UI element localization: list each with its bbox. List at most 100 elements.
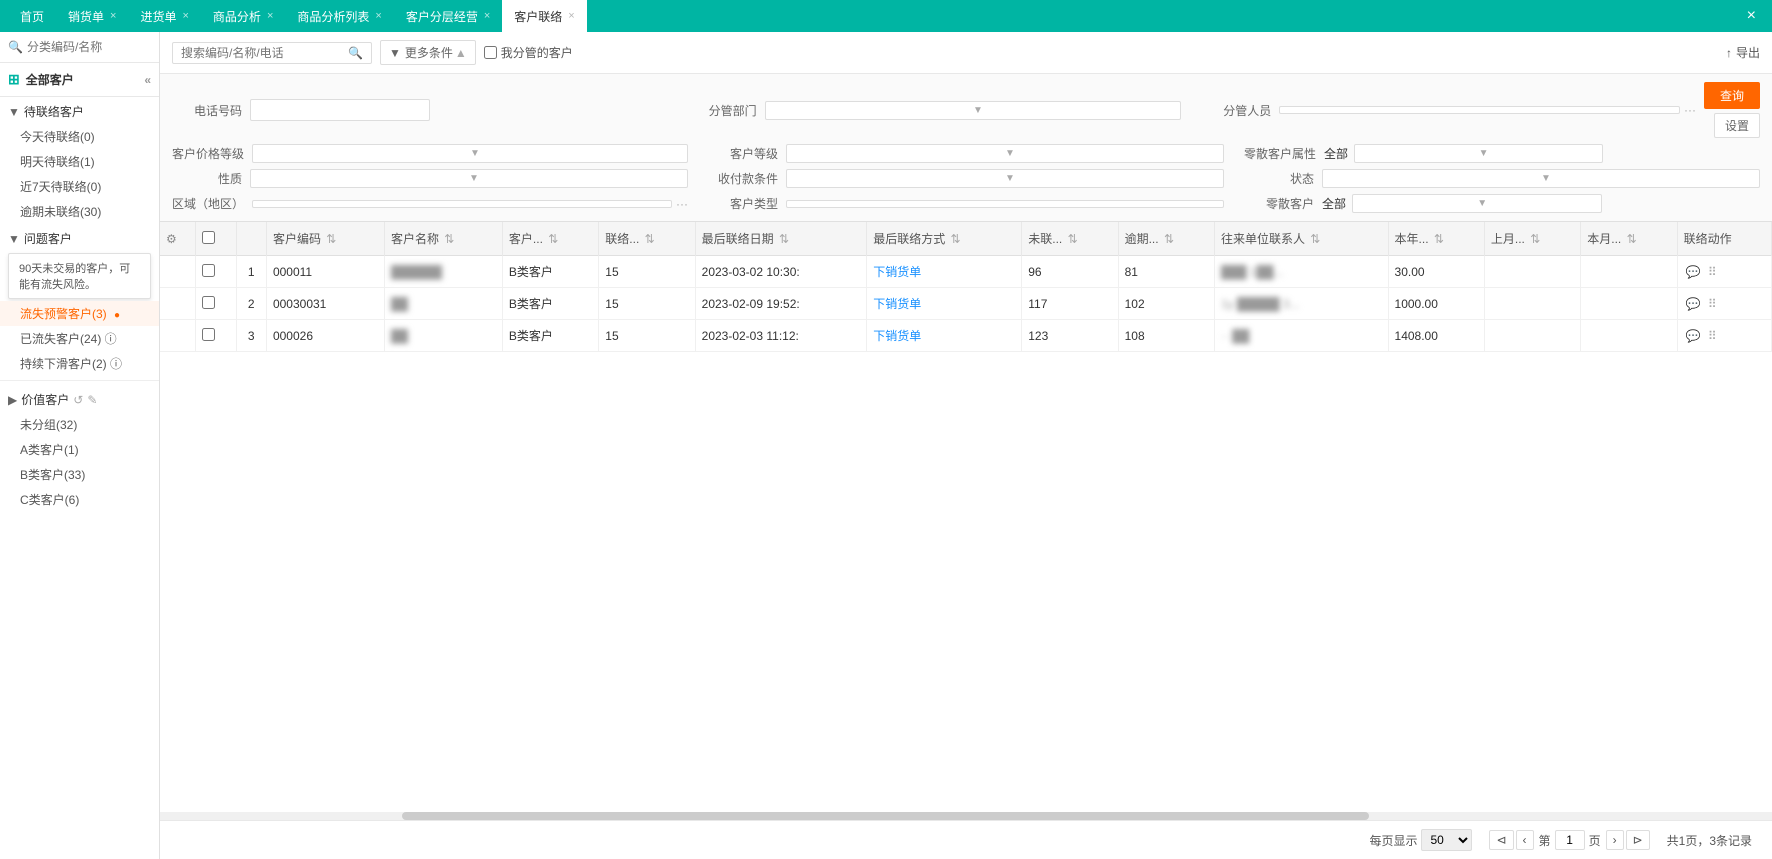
sidebar-item-overdue[interactable]: 逾期未联络(30) [0,199,159,224]
th-type[interactable]: 客户... ⇅ [502,222,598,256]
action-chat-icon[interactable]: 💬 [1686,297,1701,311]
tab-customer-segment[interactable]: 客户分层经营 × [394,0,502,32]
last-page-btn[interactable]: ⊳ [1626,830,1650,850]
row-last-contact-way[interactable]: 下销货单 [867,320,1022,352]
th-contact[interactable]: 联络... ⇅ [599,222,695,256]
region-select[interactable] [252,200,672,208]
action-chat-icon[interactable]: 💬 [1686,265,1701,279]
more-conditions-btn[interactable]: ▼ 更多条件 ▲ [380,40,476,65]
my-customer-checkbox[interactable] [484,46,497,59]
sidebar-item-c-class[interactable]: C类客户(6) [0,487,159,512]
th-settings[interactable]: ⚙ [160,222,196,256]
row-checkbox[interactable] [196,256,236,288]
horizontal-scrollbar[interactable] [160,812,1772,820]
price-level-select[interactable]: ▼ [252,144,688,163]
first-page-btn[interactable]: ⊲ [1489,830,1513,850]
select-all-checkbox[interactable] [202,231,215,244]
action-more-icon[interactable]: ⠿ [1708,329,1717,343]
sidebar-item-ungrouped[interactable]: 未分组(32) [0,412,159,437]
th-last-month[interactable]: 上月... ⇅ [1484,222,1580,256]
nature-select[interactable]: ▼ [250,169,688,188]
th-last-contact-date[interactable]: 最后联络日期 ⇅ [695,222,867,256]
tab-home[interactable]: 首页 [8,8,56,25]
action-more-icon[interactable]: ⠿ [1708,265,1717,279]
page-input[interactable] [1555,830,1585,850]
sidebar-item-7days[interactable]: 近7天待联络(0) [0,174,159,199]
manager-select[interactable] [1279,106,1680,114]
table-container: ⚙ 客户编码 ⇅ 客户名称 ⇅ 客户... ⇅ 联络... ⇅ 最后联络日期 ⇅… [160,222,1772,812]
filter-field-customer-level: 客户等级 ▼ [708,144,1224,163]
th-checkbox[interactable] [196,222,236,256]
settings-gear-icon[interactable]: ⚙ [166,232,177,246]
th-code[interactable]: 客户编码 ⇅ [266,222,384,256]
close-purchase-tab[interactable]: × [182,10,188,22]
retail-customer-select[interactable]: ▼ [1352,194,1602,213]
th-this-year[interactable]: 本年... ⇅ [1388,222,1484,256]
settings-btn[interactable]: 设置 [1714,113,1760,138]
row-action[interactable]: 💬 ⠿ [1677,320,1771,352]
sidebar-item-declining[interactable]: 持续下滑客户(2) ⓘ [0,351,159,376]
th-un-contact[interactable]: 未联... ⇅ [1022,222,1118,256]
close-customer-segment-tab[interactable]: × [484,10,490,22]
row-name: ██ [384,288,502,320]
region-more-icon[interactable]: ··· [676,197,688,211]
sidebar-group-value[interactable]: ▶ 价值客户 ↺ ✎ [0,385,159,412]
filter-search-input[interactable] [181,46,344,60]
th-last-contact-way[interactable]: 最后联络方式 ⇅ [867,222,1022,256]
tab-sales[interactable]: 销货单 × [56,0,128,32]
collapse-icon[interactable]: « [144,73,151,87]
refresh-icon[interactable]: ↺ [73,393,83,407]
row-last-contact-way[interactable]: 下销货单 [867,256,1022,288]
row-this-year: 30.00 [1388,256,1484,288]
close-customer-contact-tab[interactable]: × [568,10,574,22]
export-btn[interactable]: ↑ 导出 [1726,44,1760,61]
action-chat-icon[interactable]: 💬 [1686,329,1701,343]
status-select[interactable]: ▼ [1322,169,1760,188]
close-analysis-tab[interactable]: × [267,10,273,22]
action-more-icon[interactable]: ⠿ [1708,297,1717,311]
sidebar-group-pending[interactable]: ▼ 待联络客户 [0,97,159,124]
tab-purchase[interactable]: 进货单 × [128,0,200,32]
row-action[interactable]: 💬 ⠿ [1677,288,1771,320]
customer-level-dropdown-icon: ▼ [1005,148,1217,159]
phone-input[interactable] [250,99,430,121]
close-window-btn[interactable]: × [1739,7,1764,25]
per-page-select[interactable]: 50 100 200 [1421,829,1472,851]
sidebar-header[interactable]: ⊞ 全部客户 « [0,63,159,97]
filter-search-icon[interactable]: 🔍 [348,46,363,60]
query-btn[interactable]: 查询 [1704,82,1760,109]
edit-icon[interactable]: ✎ [87,393,97,407]
row-settings [160,320,196,352]
th-overdue[interactable]: 逾期... ⇅ [1118,222,1214,256]
th-name[interactable]: 客户名称 ⇅ [384,222,502,256]
sidebar-group-problem[interactable]: ▼ 问题客户 [0,224,159,251]
dept-select[interactable]: ▼ [765,101,1182,120]
th-unit-contact[interactable]: 往来单位联系人 ⇅ [1214,222,1388,256]
tab-analysis-list[interactable]: 商品分析列表 × [285,0,393,32]
sidebar-search-input[interactable] [27,40,160,54]
row-checkbox[interactable] [196,320,236,352]
th-this-month[interactable]: 本月... ⇅ [1581,222,1677,256]
close-analysis-list-tab[interactable]: × [375,10,381,22]
customer-type-select[interactable] [786,200,1224,208]
sidebar-item-churn-warning[interactable]: 流失预警客户(3) ● [0,301,159,326]
row-action[interactable]: 💬 ⠿ [1677,256,1771,288]
sidebar-item-churned[interactable]: 已流失客户(24) ⓘ [0,326,159,351]
sidebar-item-a-class[interactable]: A类客户(1) [0,437,159,462]
prev-page-btn[interactable]: ‹ [1516,830,1534,850]
scrollbar-thumb[interactable] [402,812,1369,820]
customer-level-select[interactable]: ▼ [786,144,1224,163]
tab-analysis[interactable]: 商品分析 × [201,0,285,32]
payment-select[interactable]: ▼ [786,169,1224,188]
manager-more-icon[interactable]: ··· [1684,103,1696,117]
sidebar-item-b-class[interactable]: B类客户(33) [0,462,159,487]
sidebar-item-today[interactable]: 今天待联络(0) [0,124,159,149]
close-sales-tab[interactable]: × [110,10,116,22]
row-checkbox[interactable] [196,288,236,320]
retail-attr-select[interactable]: ▼ [1354,144,1603,163]
row-last-contact-way[interactable]: 下销货单 [867,288,1022,320]
tab-customer-contact[interactable]: 客户联络 × [502,0,586,32]
sidebar-item-tomorrow[interactable]: 明天待联络(1) [0,149,159,174]
next-page-btn[interactable]: › [1606,830,1624,850]
row-last-contact-date: 2023-02-09 19:52: [695,288,867,320]
